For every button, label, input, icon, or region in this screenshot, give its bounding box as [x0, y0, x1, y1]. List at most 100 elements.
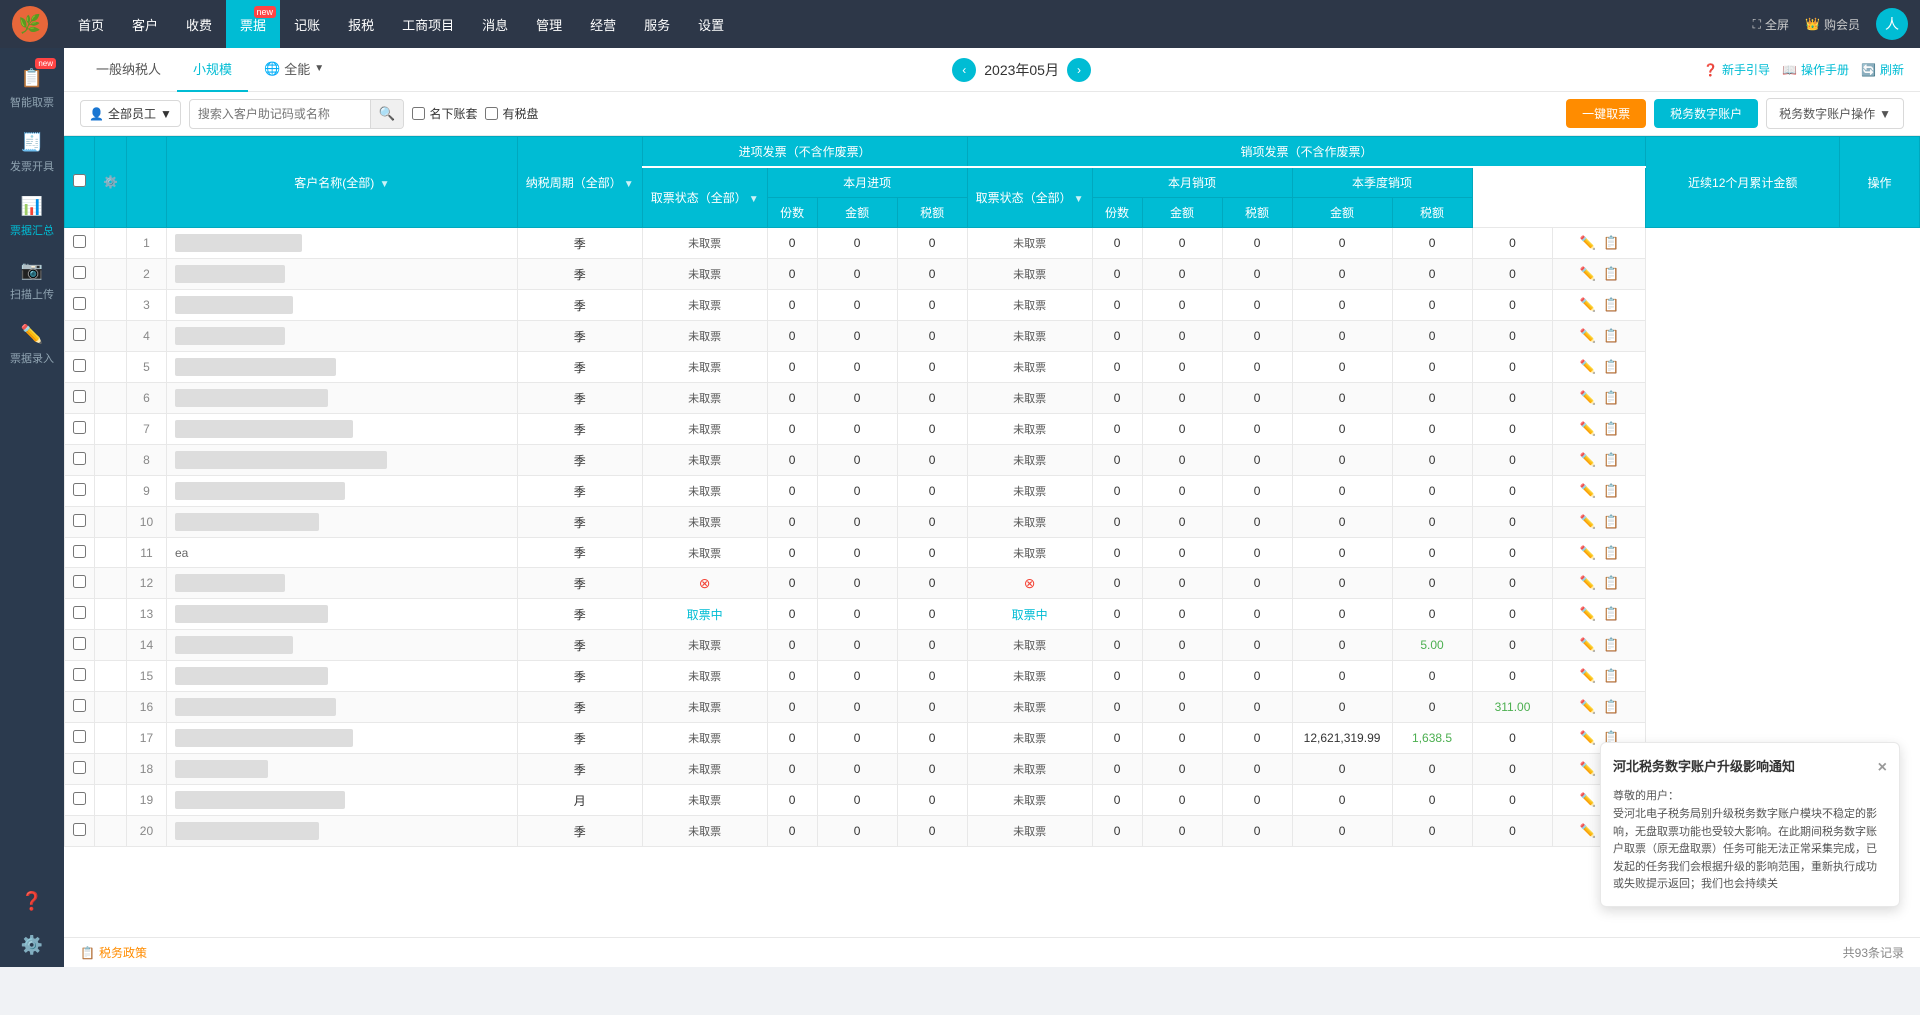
- nav-operation[interactable]: 经营: [576, 0, 630, 48]
- nav-tax[interactable]: 报税: [334, 0, 388, 48]
- edit-icon[interactable]: ✏️: [1580, 266, 1596, 281]
- copy-icon[interactable]: 📋: [1603, 235, 1619, 250]
- td-checkbox[interactable]: [65, 599, 95, 630]
- row-checkbox[interactable]: [73, 359, 86, 372]
- select-all-checkbox[interactable]: [73, 174, 86, 187]
- row-checkbox[interactable]: [73, 823, 86, 836]
- nav-home[interactable]: 首页: [64, 0, 118, 48]
- row-checkbox[interactable]: [73, 699, 86, 712]
- one-click-ticket-btn[interactable]: 一键取票: [1566, 99, 1646, 128]
- prev-month-btn[interactable]: ‹: [952, 58, 976, 82]
- edit-icon[interactable]: ✏️: [1580, 606, 1596, 621]
- copy-icon[interactable]: 📋: [1603, 483, 1619, 498]
- row-checkbox[interactable]: [73, 483, 86, 496]
- th-checkbox[interactable]: [65, 137, 95, 228]
- td-checkbox[interactable]: [65, 630, 95, 661]
- td-checkbox[interactable]: [65, 259, 95, 290]
- edit-icon[interactable]: ✏️: [1580, 792, 1596, 807]
- edit-icon[interactable]: ✏️: [1580, 452, 1596, 467]
- sidebar-item-invoice-open[interactable]: 🧾 发票开具: [0, 120, 64, 184]
- refresh-btn[interactable]: 🔄 刷新: [1861, 61, 1904, 78]
- copy-icon[interactable]: 📋: [1603, 668, 1619, 683]
- edit-icon[interactable]: ✏️: [1580, 637, 1596, 652]
- td-checkbox[interactable]: [65, 538, 95, 568]
- td-checkbox[interactable]: [65, 507, 95, 538]
- nav-fee[interactable]: 收费: [172, 0, 226, 48]
- row-checkbox[interactable]: [73, 452, 86, 465]
- th-out-status[interactable]: 取票状态（全部）▼: [967, 167, 1092, 228]
- edit-icon[interactable]: ✏️: [1580, 235, 1596, 250]
- td-checkbox[interactable]: [65, 445, 95, 476]
- checkbox-down[interactable]: [412, 107, 425, 120]
- fullscreen-btn[interactable]: ⛶ 全屏: [1753, 16, 1789, 33]
- member-btn[interactable]: 👑 购会员: [1805, 16, 1860, 33]
- sidebar-item-smart-ticket[interactable]: 📋 智能取票 new: [0, 56, 64, 120]
- copy-icon[interactable]: 📋: [1603, 545, 1619, 560]
- new-guide-btn[interactable]: ❓ 新手引导: [1703, 61, 1770, 78]
- td-checkbox[interactable]: [65, 754, 95, 785]
- edit-icon[interactable]: ✏️: [1580, 514, 1596, 529]
- edit-icon[interactable]: ✏️: [1580, 359, 1596, 374]
- row-checkbox[interactable]: [73, 575, 86, 588]
- edit-icon[interactable]: ✏️: [1580, 421, 1596, 436]
- app-logo[interactable]: 🌿: [12, 6, 48, 42]
- td-checkbox[interactable]: [65, 723, 95, 754]
- edit-icon[interactable]: ✏️: [1580, 328, 1596, 343]
- search-input[interactable]: [190, 107, 370, 121]
- nav-invoice[interactable]: 票据 new: [226, 0, 280, 48]
- th-tax-period[interactable]: 纳税周期（全部）▼: [517, 137, 642, 228]
- manual-btn[interactable]: 📖 操作手册: [1782, 61, 1849, 78]
- td-checkbox[interactable]: [65, 414, 95, 445]
- edit-icon[interactable]: ✏️: [1580, 699, 1596, 714]
- th-in-status[interactable]: 取票状态（全部）▼: [642, 167, 767, 228]
- nav-settings[interactable]: 设置: [684, 0, 738, 48]
- copy-icon[interactable]: 📋: [1603, 452, 1619, 467]
- digital-account-btn[interactable]: 税务数字账户: [1654, 99, 1758, 128]
- copy-icon[interactable]: 📋: [1603, 699, 1619, 714]
- tax-policy-btn[interactable]: 📋 税务政策: [80, 944, 147, 961]
- th-customer[interactable]: 客户名称(全部) ▼: [166, 137, 517, 228]
- row-checkbox[interactable]: [73, 545, 86, 558]
- row-checkbox[interactable]: [73, 514, 86, 527]
- td-checkbox[interactable]: [65, 661, 95, 692]
- copy-icon[interactable]: 📋: [1603, 266, 1619, 281]
- digital-account-ops-btn[interactable]: 税务数字账户操作 ▼: [1766, 98, 1904, 129]
- nav-accounting[interactable]: 记账: [280, 0, 334, 48]
- td-checkbox[interactable]: [65, 228, 95, 259]
- copy-icon[interactable]: 📋: [1603, 390, 1619, 405]
- td-checkbox[interactable]: [65, 476, 95, 507]
- row-checkbox[interactable]: [73, 297, 86, 310]
- edit-icon[interactable]: ✏️: [1580, 297, 1596, 312]
- td-checkbox[interactable]: [65, 321, 95, 352]
- row-checkbox[interactable]: [73, 390, 86, 403]
- td-checkbox[interactable]: [65, 785, 95, 816]
- sidebar-item-invoice-summary[interactable]: 📊 票据汇总: [0, 184, 64, 248]
- copy-icon[interactable]: 📋: [1603, 575, 1619, 590]
- edit-icon[interactable]: ✏️: [1580, 575, 1596, 590]
- row-checkbox[interactable]: [73, 761, 86, 774]
- checkbox-tax[interactable]: [485, 107, 498, 120]
- edit-icon[interactable]: ✏️: [1580, 483, 1596, 498]
- row-checkbox[interactable]: [73, 421, 86, 434]
- sidebar-item-ticket-entry[interactable]: ✏️ 票据录入: [0, 312, 64, 376]
- edit-icon[interactable]: ✏️: [1580, 823, 1596, 838]
- row-checkbox[interactable]: [73, 266, 86, 279]
- tab-small-scale[interactable]: 小规模: [177, 48, 248, 92]
- next-month-btn[interactable]: ›: [1067, 58, 1091, 82]
- row-checkbox[interactable]: [73, 235, 86, 248]
- edit-icon[interactable]: ✏️: [1580, 390, 1596, 405]
- td-checkbox[interactable]: [65, 568, 95, 599]
- tab-general-taxpayer[interactable]: 一般纳税人: [80, 48, 177, 92]
- edit-icon[interactable]: ✏️: [1580, 761, 1596, 776]
- nav-message[interactable]: 消息: [468, 0, 522, 48]
- checkbox-tax-label[interactable]: 有税盘: [485, 105, 538, 122]
- row-checkbox[interactable]: [73, 792, 86, 805]
- nav-business[interactable]: 工商项目: [388, 0, 468, 48]
- row-checkbox[interactable]: [73, 606, 86, 619]
- sidebar-item-settings[interactable]: ⚙️: [0, 923, 64, 967]
- edit-icon[interactable]: ✏️: [1580, 545, 1596, 560]
- td-checkbox[interactable]: [65, 692, 95, 723]
- td-checkbox[interactable]: [65, 383, 95, 414]
- copy-icon[interactable]: 📋: [1603, 421, 1619, 436]
- copy-icon[interactable]: 📋: [1603, 297, 1619, 312]
